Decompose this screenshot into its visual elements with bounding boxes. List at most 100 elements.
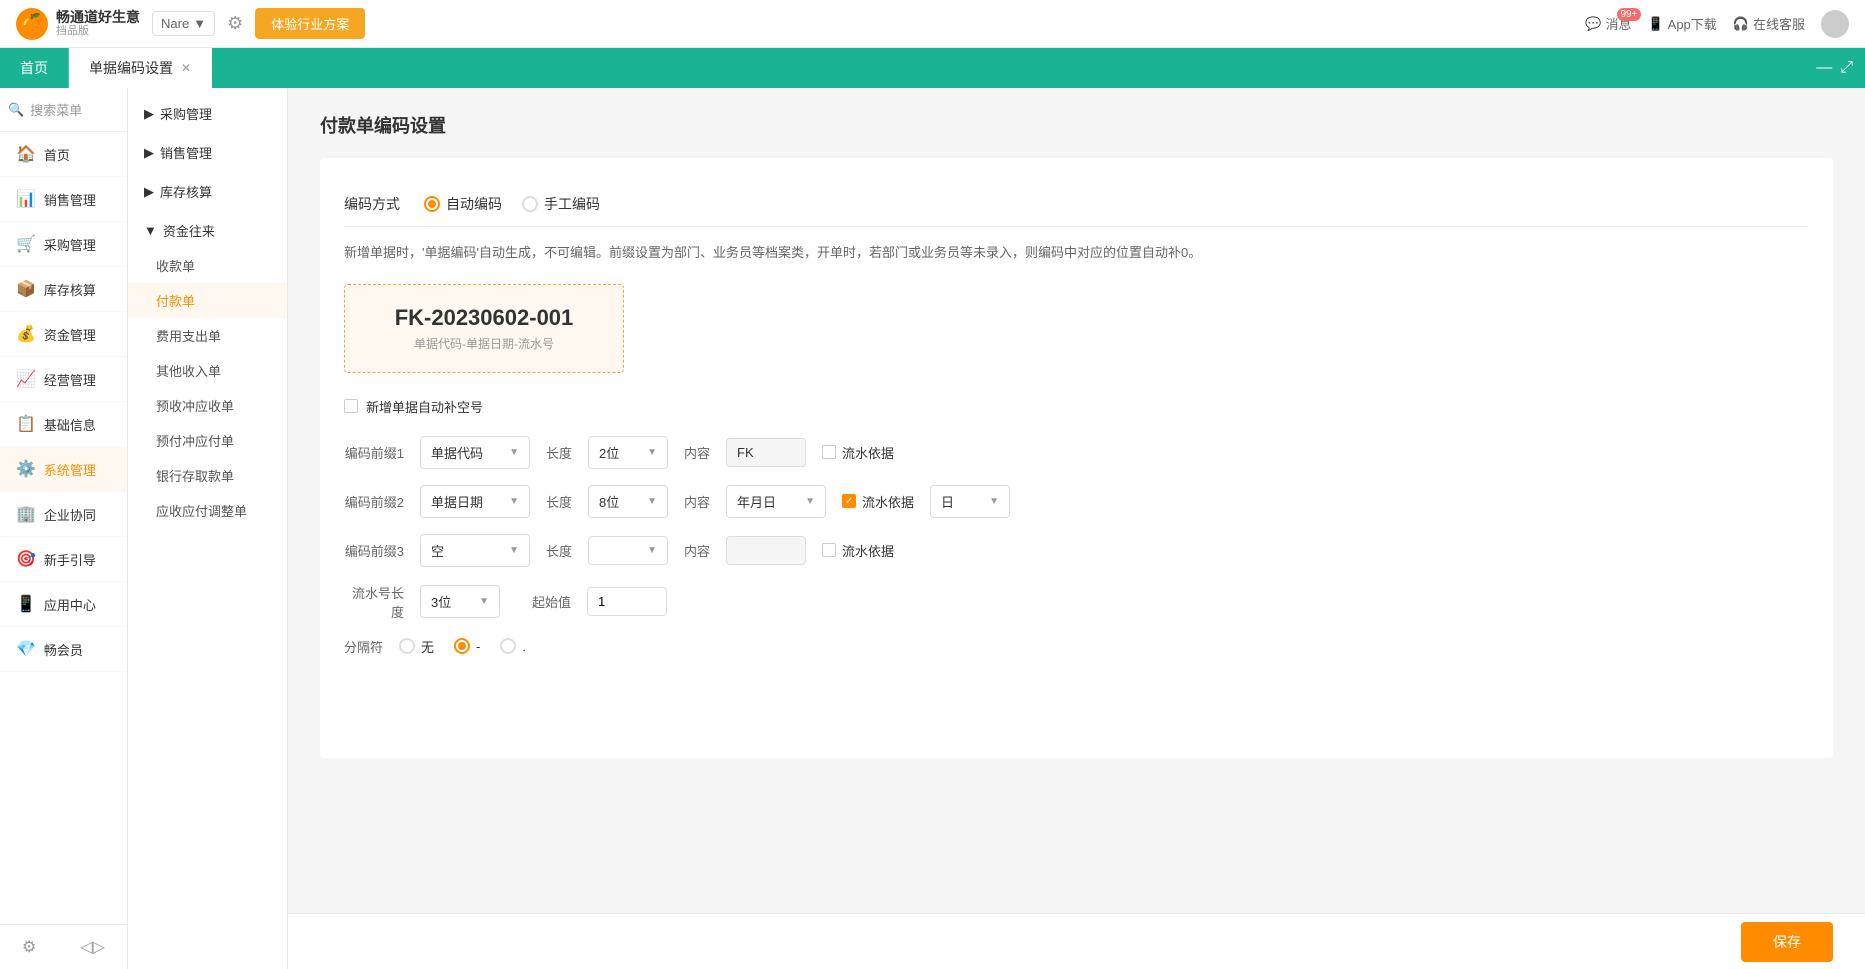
sidebar-item-apps[interactable]: 📱 应用中心 [0, 582, 127, 627]
sidebar-item-member[interactable]: 💎 畅会员 [0, 627, 127, 672]
tab-minimize-btn[interactable]: — [1816, 59, 1832, 77]
tab-home-label: 首页 [20, 58, 48, 78]
app-download-btn[interactable]: 📱 App下载 [1647, 14, 1716, 33]
prefix3-select[interactable]: 空 ▼ [420, 534, 530, 567]
sidebar-item-inventory[interactable]: 📦 库存核算 [0, 267, 127, 312]
sidebar-item-guide[interactable]: 🎯 新手引导 [0, 537, 127, 582]
separator-row: 分隔符 无 - . [344, 637, 1809, 656]
sep-dash-radio[interactable]: - [454, 638, 480, 654]
length2-select[interactable]: 8位 ▼ [588, 485, 668, 518]
sidebar-item-enterprise-label: 企业协同 [44, 505, 96, 524]
sub-group-purchase-label: 采购管理 [160, 104, 212, 123]
stream2-checkbox[interactable]: ✓ 流水依据 [842, 492, 914, 511]
sep-dot-circle [500, 638, 516, 654]
message-badge: 99+ [1617, 8, 1642, 21]
length3-select[interactable]: ▼ [588, 536, 668, 565]
online-service-btn[interactable]: 🎧 在线客服 [1733, 14, 1805, 33]
tab-home[interactable]: 首页 [0, 48, 69, 88]
settings-bottom-btn[interactable]: ⚙ [22, 937, 36, 957]
sub-group-capital-header[interactable]: ▼ 资金往来 [128, 213, 287, 248]
message-btn[interactable]: 💬 消息 99+ [1585, 14, 1631, 33]
sidebar-search[interactable]: 🔍 搜索菜单 [0, 88, 127, 132]
stream2-label: 流水依据 [862, 492, 914, 511]
sep-dash-label: - [476, 639, 480, 654]
tab-expand-btn[interactable]: ⤢ [1840, 59, 1853, 77]
content3-label: 内容 [684, 541, 710, 560]
top-nav-left: 🍊 畅通道好生意 挡品版 Nare ▼ ⚙ 体验行业方案 [16, 8, 365, 40]
length1-select[interactable]: 2位 ▼ [588, 436, 668, 469]
sub-item-receipt[interactable]: 收款单 [128, 248, 287, 283]
sidebar-item-sales[interactable]: 📊 销售管理 [0, 177, 127, 222]
start-value-input[interactable] [587, 587, 667, 616]
stream3-label: 流水依据 [842, 541, 894, 560]
sidebar-item-home[interactable]: 🏠 首页 [0, 132, 127, 177]
sep-dash-circle [454, 638, 470, 654]
encoding-radio-group: 自动编码 手工编码 [424, 194, 600, 214]
prefix-row-3: 编码前缀3 空 ▼ 长度 ▼ 内容 流水依据 [344, 534, 1809, 567]
sub-group-sales: ▶ 销售管理 [128, 135, 287, 170]
sub-group-inventory-header[interactable]: ▶ 库存核算 [128, 174, 287, 209]
nav-dropdown[interactable]: Nare ▼ [152, 11, 215, 36]
start-value-label: 起始值 [532, 592, 571, 611]
sidebar-item-purchase[interactable]: 🛒 采购管理 [0, 222, 127, 267]
sub-item-payment[interactable]: 付款单 [128, 283, 287, 318]
sep-dot-radio[interactable]: . [500, 638, 526, 654]
prefix2-arrow-icon: ▼ [509, 496, 519, 507]
trial-button[interactable]: 体验行业方案 [255, 8, 365, 39]
top-nav: 🍊 畅通道好生意 挡品版 Nare ▼ ⚙ 体验行业方案 💬 消息 99+ 📱 … [0, 0, 1865, 48]
save-button[interactable]: 保存 [1741, 922, 1833, 962]
info-text: 新增单据时，'单据编码'自动生成，不可编辑。前缀设置为部门、业务员等档案类，开单… [344, 243, 1809, 264]
sub-item-other-income[interactable]: 其他收入单 [128, 353, 287, 388]
sidebar-item-enterprise[interactable]: 🏢 企业协同 [0, 492, 127, 537]
sidebar-search-label: 搜索菜单 [30, 100, 82, 119]
preview-desc: 单据代码-单据日期-流水号 [375, 335, 593, 352]
stream2-period-select[interactable]: 日 ▼ [930, 485, 1010, 518]
system-icon: ⚙️ [16, 459, 36, 479]
nav-dropdown-label: Nare [161, 16, 189, 31]
auto-fill-checkbox[interactable] [344, 399, 358, 413]
collapse-sidebar-btn[interactable]: ◁▷ [80, 937, 105, 957]
user-avatar[interactable] [1821, 10, 1849, 38]
prefix2-select[interactable]: 单据日期 ▼ [420, 485, 530, 518]
sidebar-item-system[interactable]: ⚙️ 系统管理 [0, 447, 127, 492]
serial-length-select[interactable]: 3位 ▼ [420, 585, 500, 618]
stream1-box [822, 445, 836, 459]
page-title: 付款单编码设置 [320, 112, 1833, 138]
manual-encoding-radio[interactable]: 手工编码 [522, 194, 600, 214]
sub-group-sales-header[interactable]: ▶ 销售管理 [128, 135, 287, 170]
separator-radio-group: 无 - . [399, 637, 526, 656]
sidebar-item-home-label: 首页 [44, 145, 70, 164]
sidebar-item-finance-label: 资金管理 [44, 325, 96, 344]
stream1-label: 流水依据 [842, 443, 894, 462]
sidebar-item-basic[interactable]: 📋 基础信息 [0, 402, 127, 447]
serial-length-label: 流水号长度 [344, 583, 404, 621]
sub-item-adjustment[interactable]: 应收应付调整单 [128, 493, 287, 528]
content1-value: FK [726, 438, 806, 467]
serial-length-arrow-icon: ▼ [479, 596, 489, 607]
auto-encoding-radio[interactable]: 自动编码 [424, 194, 502, 214]
sub-item-bank[interactable]: 银行存取款单 [128, 458, 287, 493]
tab-bar: 首页 单据编码设置 ✕ — ⤢ [0, 48, 1865, 88]
sub-group-purchase-header[interactable]: ▶ 采购管理 [128, 96, 287, 131]
sidebar-item-operations[interactable]: 📈 经营管理 [0, 357, 127, 402]
stream1-checkbox[interactable]: 流水依据 [822, 443, 894, 462]
sub-item-expense[interactable]: 费用支出单 [128, 318, 287, 353]
stream3-checkbox[interactable]: 流水依据 [822, 541, 894, 560]
sep-none-radio[interactable]: 无 [399, 637, 434, 656]
tab-close-icon[interactable]: ✕ [181, 61, 191, 75]
serial-row: 流水号长度 3位 ▼ 起始值 [344, 583, 1809, 621]
inventory-icon: 📦 [16, 279, 36, 299]
separator-label: 分隔符 [344, 637, 383, 656]
prefix1-select[interactable]: 单据代码 ▼ [420, 436, 530, 469]
prefix1-label: 编码前缀1 [344, 443, 404, 462]
sidebar-item-finance[interactable]: 💰 资金管理 [0, 312, 127, 357]
settings-icon[interactable]: ⚙ [227, 13, 243, 34]
sub-item-prepay-payable[interactable]: 预付冲应付单 [128, 423, 287, 458]
stream2-checked-box: ✓ [842, 494, 856, 508]
content2-label: 内容 [684, 492, 710, 511]
chevron-down-capital-icon: ▼ [144, 223, 157, 238]
tab-encoding-settings[interactable]: 单据编码设置 ✕ [69, 48, 212, 88]
sub-item-prepay-receivable[interactable]: 预收冲应收单 [128, 388, 287, 423]
logo-sub: 挡品版 [56, 25, 140, 38]
content2-select[interactable]: 年月日 ▼ [726, 485, 826, 518]
